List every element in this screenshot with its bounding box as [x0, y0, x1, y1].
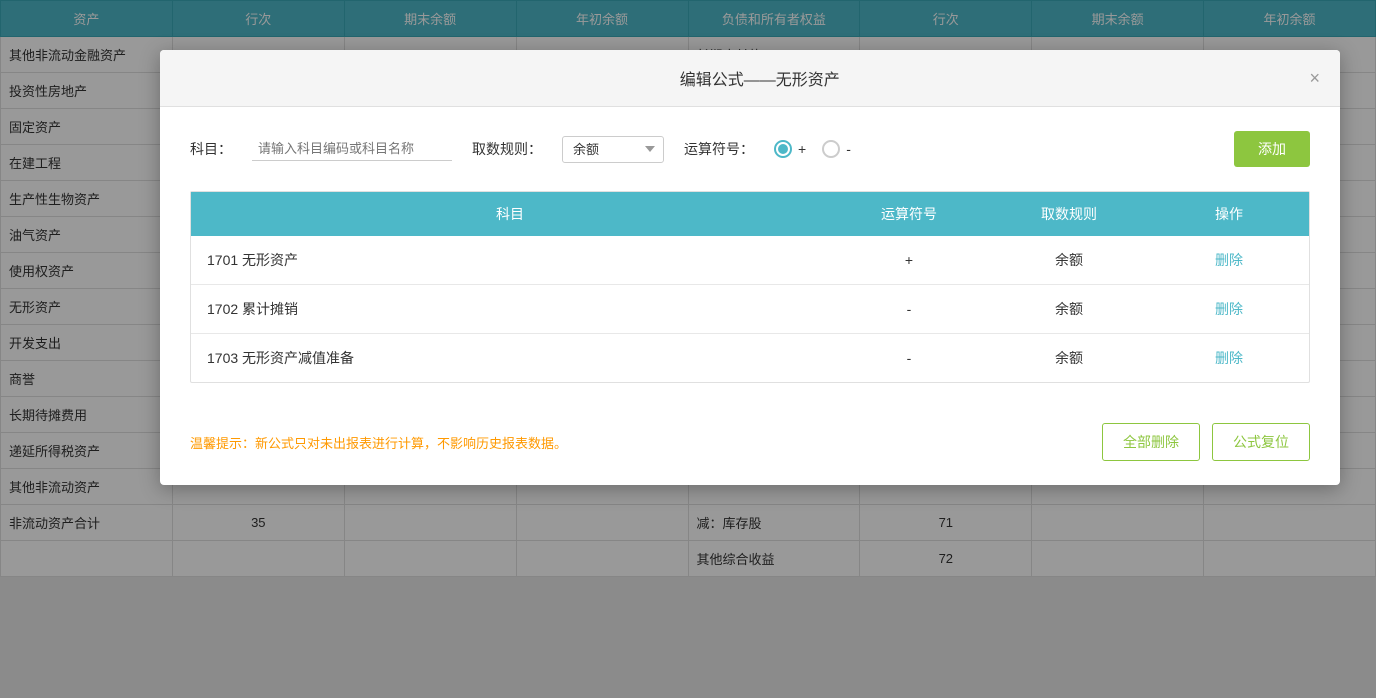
formula-table-wrapper: 科目 运算符号 取数规则 操作 1701 无形资产+余额删除1702 累计摊销-… [190, 191, 1310, 383]
rule-label: 取数规则： [472, 139, 542, 159]
footer-buttons: 全部删除 公式复位 [1102, 423, 1310, 461]
subject-input[interactable] [252, 137, 452, 161]
tip-text: 温馨提示：新公式只对未出报表进行计算，不影响历史报表数据。 [190, 433, 567, 452]
operator-minus-option[interactable]: - [822, 140, 851, 158]
table-header-rule: 取数规则 [989, 192, 1149, 236]
formula-operator-0: + [829, 236, 989, 285]
formula-subject-0: 1701 无形资产 [191, 236, 829, 285]
modal-title: 编辑公式——无形资产 [210, 66, 1309, 90]
operator-radio-group: + - [774, 140, 851, 158]
add-button[interactable]: 添加 [1234, 131, 1310, 167]
delete-row-1-button[interactable]: 删除 [1215, 299, 1243, 319]
table-row: 1702 累计摊销-余额 删除 [191, 285, 1309, 334]
radio-minus-circle [822, 140, 840, 158]
operator-minus-label: - [846, 141, 851, 157]
edit-formula-modal: 编辑公式——无形资产 × 科目： 取数规则： 余额 借方 贷方 借方发生额 贷方… [160, 50, 1340, 485]
formula-rule-2: 余额 [989, 334, 1149, 383]
rule-select[interactable]: 余额 借方 贷方 借方发生额 贷方发生额 [562, 136, 664, 163]
modal-header: 编辑公式——无形资产 × [160, 50, 1340, 107]
table-row: 1701 无形资产+余额 删除 [191, 236, 1309, 285]
modal-body: 科目： 取数规则： 余额 借方 贷方 借方发生额 贷方发生额 运算符号： + - [160, 107, 1340, 407]
formula-operator-2: - [829, 334, 989, 383]
delete-row-2-button[interactable]: 删除 [1215, 348, 1243, 368]
formula-action-2: 删除 [1149, 334, 1309, 383]
formula-subject-2: 1703 无形资产减值准备 [191, 334, 829, 383]
radio-plus-circle [774, 140, 792, 158]
form-row: 科目： 取数规则： 余额 借方 贷方 借方发生额 贷方发生额 运算符号： + - [190, 131, 1310, 167]
modal-footer: 温馨提示：新公式只对未出报表进行计算，不影响历史报表数据。 全部删除 公式复位 [160, 407, 1340, 485]
table-row: 1703 无形资产减值准备-余额 删除 [191, 334, 1309, 383]
formula-rule-0: 余额 [989, 236, 1149, 285]
operator-plus-label: + [798, 141, 806, 157]
formula-action-1: 删除 [1149, 285, 1309, 334]
subject-label: 科目： [190, 139, 232, 159]
formula-subject-1: 1702 累计摊销 [191, 285, 829, 334]
formula-operator-1: - [829, 285, 989, 334]
formula-table: 科目 运算符号 取数规则 操作 1701 无形资产+余额删除1702 累计摊销-… [191, 192, 1309, 382]
operator-label: 运算符号： [684, 139, 754, 159]
operator-plus-option[interactable]: + [774, 140, 806, 158]
delete-row-0-button[interactable]: 删除 [1215, 250, 1243, 270]
table-header-action: 操作 [1149, 192, 1309, 236]
table-header-subject: 科目 [191, 192, 829, 236]
table-header-operator: 运算符号 [829, 192, 989, 236]
reset-formula-button[interactable]: 公式复位 [1212, 423, 1310, 461]
formula-action-0: 删除 [1149, 236, 1309, 285]
modal-close-button[interactable]: × [1309, 69, 1320, 87]
formula-rule-1: 余额 [989, 285, 1149, 334]
delete-all-button[interactable]: 全部删除 [1102, 423, 1200, 461]
